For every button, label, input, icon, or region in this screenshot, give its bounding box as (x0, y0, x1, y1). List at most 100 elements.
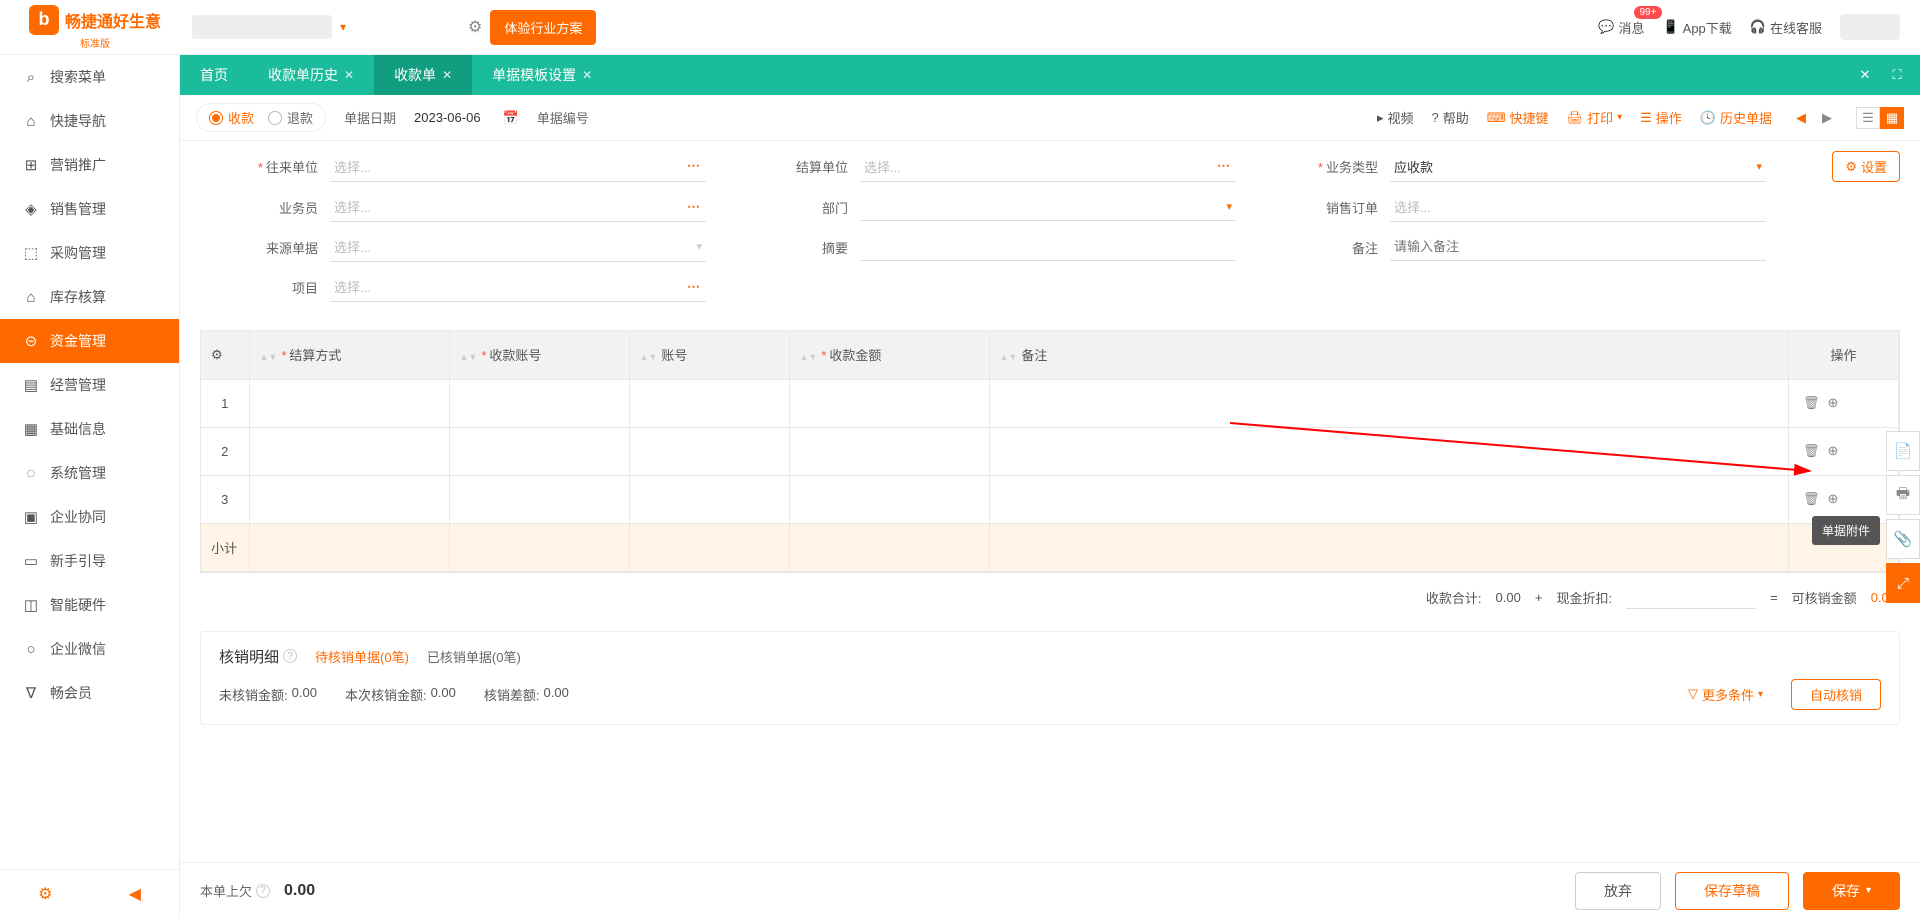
add-row-icon[interactable]: ⊕ (1828, 491, 1839, 506)
tab-bar: 首页收款单历史✕收款单✕单据模板设置✕ ✕ ⛶ (180, 55, 1920, 95)
help-icon[interactable]: ? (256, 884, 270, 898)
close-icon[interactable]: ✕ (582, 68, 592, 82)
tab[interactable]: 单据模板设置✕ (472, 55, 612, 95)
tab[interactable]: 收款单历史✕ (248, 55, 374, 95)
verifiable-label: 可核销金额 (1792, 588, 1857, 607)
radio-receive[interactable]: 收款 (209, 108, 254, 127)
add-row-icon[interactable]: ⊕ (1828, 443, 1839, 458)
radio-refund[interactable]: 退款 (268, 108, 313, 127)
rail-attachment-icon[interactable]: 📎 (1886, 519, 1920, 559)
tab[interactable]: 首页 (180, 55, 248, 95)
print-link[interactable]: 🖨打印▾ (1567, 108, 1623, 127)
chevron-down-icon[interactable]: ▾ (1756, 160, 1762, 173)
sidebar-item[interactable]: ◈销售管理 (0, 187, 179, 231)
sidebar-item[interactable]: ▦基础信息 (0, 407, 179, 451)
input-settlement-unit[interactable]: 选择...⋯ (860, 152, 1236, 182)
list-view-icon[interactable]: ☰ (1856, 107, 1880, 129)
sort-icon[interactable]: ▲▼ (640, 354, 658, 360)
save-draft-button[interactable]: 保存草稿 (1675, 872, 1789, 910)
close-icon[interactable]: ✕ (442, 68, 452, 82)
table-row[interactable]: 1🗑⊕ (201, 379, 1899, 427)
company-selector[interactable]: ▾ (180, 15, 460, 39)
sidebar-item[interactable]: ⊝资金管理 (0, 319, 179, 363)
delete-row-icon[interactable]: 🗑 (1803, 443, 1820, 458)
collapse-sidebar-icon[interactable]: ◀ (129, 884, 141, 904)
sidebar-item[interactable]: ⊞营销推广 (0, 143, 179, 187)
sort-icon[interactable]: ▲▼ (460, 354, 478, 360)
sort-icon[interactable]: ▲▼ (800, 354, 818, 360)
input-salesperson[interactable]: 选择...⋯ (330, 192, 706, 222)
sidebar-item[interactable]: ▤经营管理 (0, 363, 179, 407)
history-link[interactable]: 🕓历史单据 (1700, 108, 1772, 127)
sidebar-item[interactable]: ⌂快捷导航 (0, 99, 179, 143)
help-icon[interactable]: ? (283, 649, 297, 663)
verify-tab-done[interactable]: 已核销单据(0笔) (427, 647, 521, 666)
sort-icon[interactable]: ▲▼ (1000, 354, 1018, 360)
more-conditions-link[interactable]: ▽更多条件▾ (1688, 685, 1763, 704)
gear-icon[interactable]: ⚙ (468, 17, 482, 37)
chevron-down-icon[interactable]: ▾ (1226, 200, 1232, 213)
table-settings-icon[interactable]: ⚙ (201, 331, 249, 379)
operation-link[interactable]: ☰操作 (1640, 108, 1682, 127)
input-department[interactable]: ▾ (860, 193, 1236, 221)
rail-print-icon[interactable]: 🖶 (1886, 475, 1920, 515)
verify-tab-pending[interactable]: 待核销单据(0笔) (315, 647, 409, 666)
input-remark[interactable] (1390, 233, 1766, 261)
sort-icon[interactable]: ▲▼ (260, 354, 278, 360)
table-row[interactable]: 2🗑⊕ (201, 427, 1899, 475)
close-all-tabs-icon[interactable]: ✕ (1852, 67, 1878, 83)
ellipsis-icon[interactable]: ⋯ (687, 279, 702, 295)
help-link[interactable]: ?帮助 (1432, 108, 1469, 127)
fullscreen-icon[interactable]: ⛶ (1884, 67, 1910, 83)
ellipsis-icon[interactable]: ⋯ (687, 158, 702, 174)
input-summary[interactable] (860, 233, 1236, 261)
sidebar-item[interactable]: ⌕搜索菜单 (0, 55, 179, 99)
input-source-doc[interactable]: 选择...▾ (330, 232, 706, 262)
ellipsis-icon[interactable]: ⋯ (1217, 158, 1232, 174)
sidebar-item-icon: ⊞ (22, 156, 40, 174)
app-download-link[interactable]: 📱 App下载 (1662, 18, 1731, 37)
rail-note-icon[interactable]: 📄 (1886, 431, 1920, 471)
video-link[interactable]: ▸视频 (1377, 108, 1414, 127)
form-view-icon[interactable]: ▦ (1880, 107, 1904, 129)
close-icon[interactable]: ✕ (344, 68, 354, 82)
cash-discount-input[interactable] (1626, 587, 1756, 609)
sidebar-item[interactable]: ⌂库存核算 (0, 275, 179, 319)
doc-date-label: 单据日期 (344, 108, 396, 127)
auto-verify-button[interactable]: 自动核销 (1791, 679, 1881, 710)
sidebar-item[interactable]: ◌系统管理 (0, 451, 179, 495)
next-doc-icon[interactable]: ▶ (1816, 107, 1838, 129)
settings-icon[interactable]: ⚙ (38, 884, 52, 904)
sidebar-item[interactable]: ◫智能硬件 (0, 583, 179, 627)
input-counterparty[interactable]: 选择...⋯ (330, 152, 706, 182)
sidebar-item[interactable]: ○企业微信 (0, 627, 179, 671)
prev-doc-icon[interactable]: ◀ (1790, 107, 1812, 129)
experience-industry-button[interactable]: 体验行业方案 (490, 10, 596, 45)
settings-button[interactable]: ⚙设置 (1832, 151, 1900, 182)
sidebar-item[interactable]: ▣企业协同 (0, 495, 179, 539)
shortcut-link[interactable]: ⌨快捷键 (1487, 108, 1549, 127)
rail-expand-icon[interactable]: ⤢ (1886, 563, 1920, 603)
tab[interactable]: 收款单✕ (374, 55, 472, 95)
save-button[interactable]: 保存▾ (1803, 872, 1900, 910)
sidebar-item-icon: ⌂ (22, 113, 40, 130)
calendar-icon[interactable]: 📅 (503, 110, 519, 126)
sidebar-item[interactable]: ⬚采购管理 (0, 231, 179, 275)
chevron-down-icon[interactable]: ▾ (696, 240, 702, 253)
customer-service-link[interactable]: 🎧 在线客服 (1750, 18, 1822, 37)
user-avatar[interactable] (1840, 14, 1900, 40)
doc-date-value[interactable]: 2023-06-06 (414, 110, 481, 125)
table-row[interactable]: 3🗑⊕ (201, 475, 1899, 523)
delete-row-icon[interactable]: 🗑 (1803, 491, 1820, 506)
sidebar-item[interactable]: ∇畅会员 (0, 671, 179, 715)
input-sales-order[interactable]: 选择... (1390, 192, 1766, 222)
sidebar-item-icon: ○ (22, 641, 40, 658)
discard-button[interactable]: 放弃 (1575, 872, 1661, 910)
input-business-type[interactable]: 应收款▾ (1390, 152, 1766, 182)
add-row-icon[interactable]: ⊕ (1828, 395, 1839, 410)
input-subject[interactable]: 选择...⋯ (330, 272, 706, 302)
sidebar-item[interactable]: ▭新手引导 (0, 539, 179, 583)
messages-link[interactable]: 💬 消息 99+ (1598, 18, 1644, 37)
ellipsis-icon[interactable]: ⋯ (687, 199, 702, 215)
delete-row-icon[interactable]: 🗑 (1803, 395, 1820, 410)
